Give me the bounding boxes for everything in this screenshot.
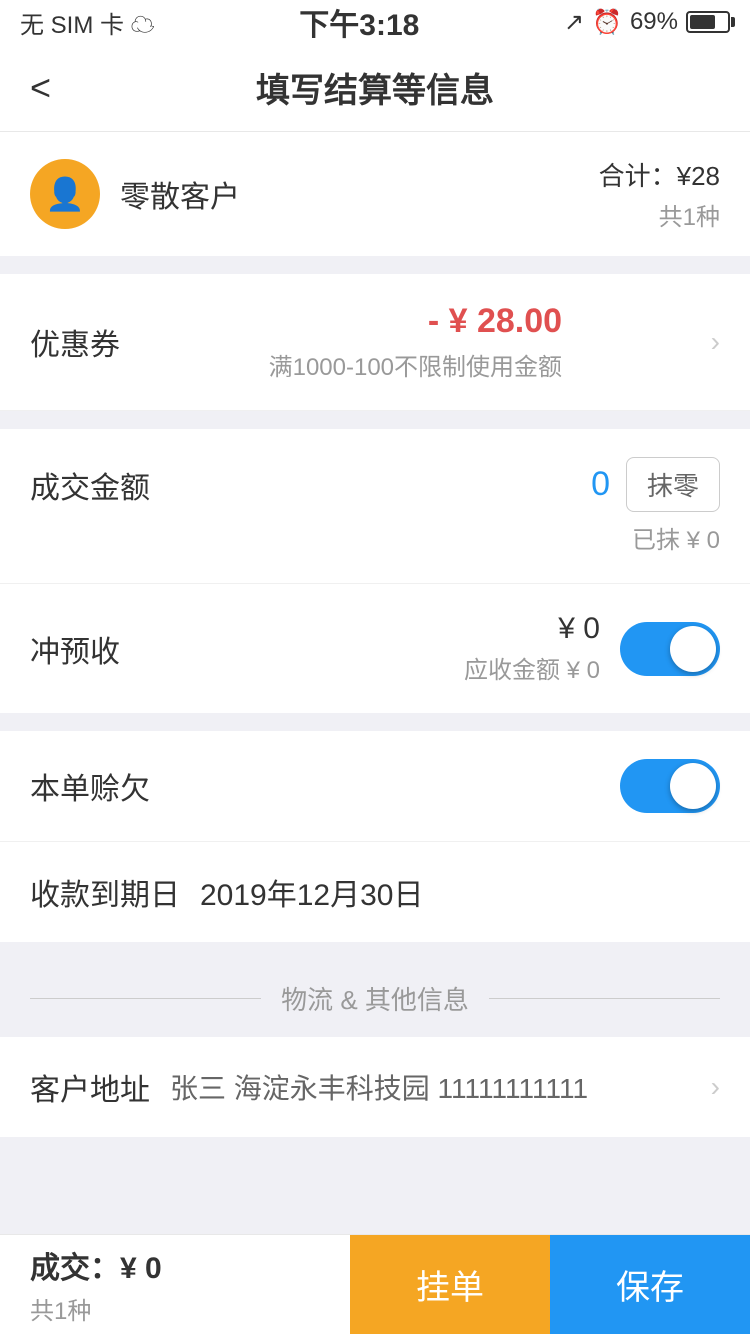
bottom-deal-value: ¥ 0 [120, 1252, 162, 1285]
address-left: 客户地址 张三 海淀永丰科技园 11111111111 [30, 1065, 588, 1109]
debt-row: 本单赊欠 [0, 731, 750, 842]
sim-label: 无 SIM 卡 ☁ [20, 5, 155, 40]
discount-section: 优惠券 - ¥ 28.00 满1000-100不限制使用金额 › [0, 274, 750, 411]
alarm-icon: ⏰ [592, 8, 622, 37]
advance-sub: 应收金额 ¥ 0 [464, 650, 600, 685]
total-count: 共1种 [599, 197, 720, 232]
content-area: 👤 零散客户 合计：¥28 共1种 优惠券 - ¥ 28.00 满1000-10… [0, 132, 750, 1255]
debt-label: 本单赊欠 [30, 764, 150, 808]
customer-right: 合计：¥28 共1种 [599, 156, 720, 232]
discount-label: 优惠券 [30, 320, 120, 364]
status-time: 下午3:18 [299, 0, 419, 44]
advance-right: ¥ 0 应收金额 ¥ 0 [464, 612, 720, 685]
bottom-deal-text: 成交： [30, 1252, 120, 1285]
total-amount: 合计：¥28 [599, 156, 720, 193]
customer-left: 👤 零散客户 [30, 159, 240, 229]
deal-input-area: 0 抹零 [570, 457, 720, 512]
toggle-knob [670, 626, 716, 672]
deal-top: 成交金额 0 抹零 [30, 457, 720, 512]
due-date-value[interactable]: 2019年12月30日 [200, 870, 423, 914]
debt-toggle-knob [670, 763, 716, 809]
address-value: 张三 海淀永丰科技园 11111111111 [170, 1067, 588, 1107]
discount-desc: 满1000-100不限制使用金额 [269, 347, 562, 382]
advance-values: ¥ 0 应收金额 ¥ 0 [464, 612, 600, 685]
debt-section: 本单赊欠 收款到期日 2019年12月30日 [0, 731, 750, 942]
logistics-line-right [489, 998, 720, 999]
battery-icon [686, 11, 730, 33]
avatar: 👤 [30, 159, 100, 229]
battery-label: 69% [630, 8, 678, 36]
due-date-row: 收款到期日 2019年12月30日 [0, 842, 750, 942]
address-row[interactable]: 客户地址 张三 海淀永丰科技园 11111111111 › [0, 1037, 750, 1137]
address-chevron-icon: › [711, 1071, 720, 1103]
status-right: ↗ ⏰ 69% [564, 8, 730, 37]
advance-toggle[interactable] [620, 622, 720, 676]
due-date-label: 收款到期日 [30, 870, 180, 914]
deal-bottom: 已抹 ¥ 0 [30, 520, 720, 555]
advance-row: 冲预收 ¥ 0 应收金额 ¥ 0 [0, 584, 750, 713]
bottom-bar: 成交：¥ 0 共1种 挂单 保存 [0, 1234, 750, 1334]
deal-amount-value[interactable]: 0 [570, 465, 610, 504]
customer-row: 👤 零散客户 合计：¥28 共1种 [0, 132, 750, 256]
save-button[interactable]: 保存 [550, 1235, 750, 1334]
deal-amount-label: 成交金额 [30, 463, 150, 507]
chevron-right-icon: › [711, 326, 720, 358]
discount-row[interactable]: 优惠券 - ¥ 28.00 满1000-100不限制使用金额 › [0, 274, 750, 411]
location-icon: ↗ [564, 8, 584, 37]
logistics-text: 物流 & 其他信息 [281, 980, 469, 1017]
status-bar: 无 SIM 卡 ☁ 下午3:18 ↗ ⏰ 69% [0, 0, 750, 44]
back-button[interactable]: < [30, 67, 51, 109]
deal-section: 成交金额 0 抹零 已抹 ¥ 0 冲预收 ¥ 0 应收金额 ¥ 0 [0, 429, 750, 713]
bottom-info: 成交：¥ 0 共1种 [0, 1235, 350, 1334]
address-label: 客户地址 [30, 1065, 150, 1109]
bottom-deal-label: 成交：¥ 0 [30, 1243, 320, 1287]
advance-label: 冲预收 [30, 627, 120, 671]
round-zero-button[interactable]: 抹零 [626, 457, 720, 512]
logistics-header: 物流 & 其他信息 [0, 960, 750, 1037]
nav-bar: < 填写结算等信息 [0, 44, 750, 132]
debt-toggle[interactable] [620, 759, 720, 813]
bottom-count: 共1种 [30, 1291, 320, 1326]
logistics-line-left [30, 998, 261, 999]
hold-button[interactable]: 挂单 [350, 1235, 550, 1334]
advance-amount: ¥ 0 [464, 612, 600, 646]
deal-amount-row: 成交金额 0 抹零 已抹 ¥ 0 [0, 429, 750, 584]
page-title: 填写结算等信息 [256, 63, 494, 112]
discount-amount: - ¥ 28.00 [269, 302, 562, 341]
status-left: 无 SIM 卡 ☁ [20, 5, 155, 40]
address-section: 客户地址 张三 海淀永丰科技园 11111111111 › [0, 1037, 750, 1137]
customer-name: 零散客户 [120, 172, 240, 216]
discount-right: - ¥ 28.00 满1000-100不限制使用金额 [269, 302, 562, 382]
